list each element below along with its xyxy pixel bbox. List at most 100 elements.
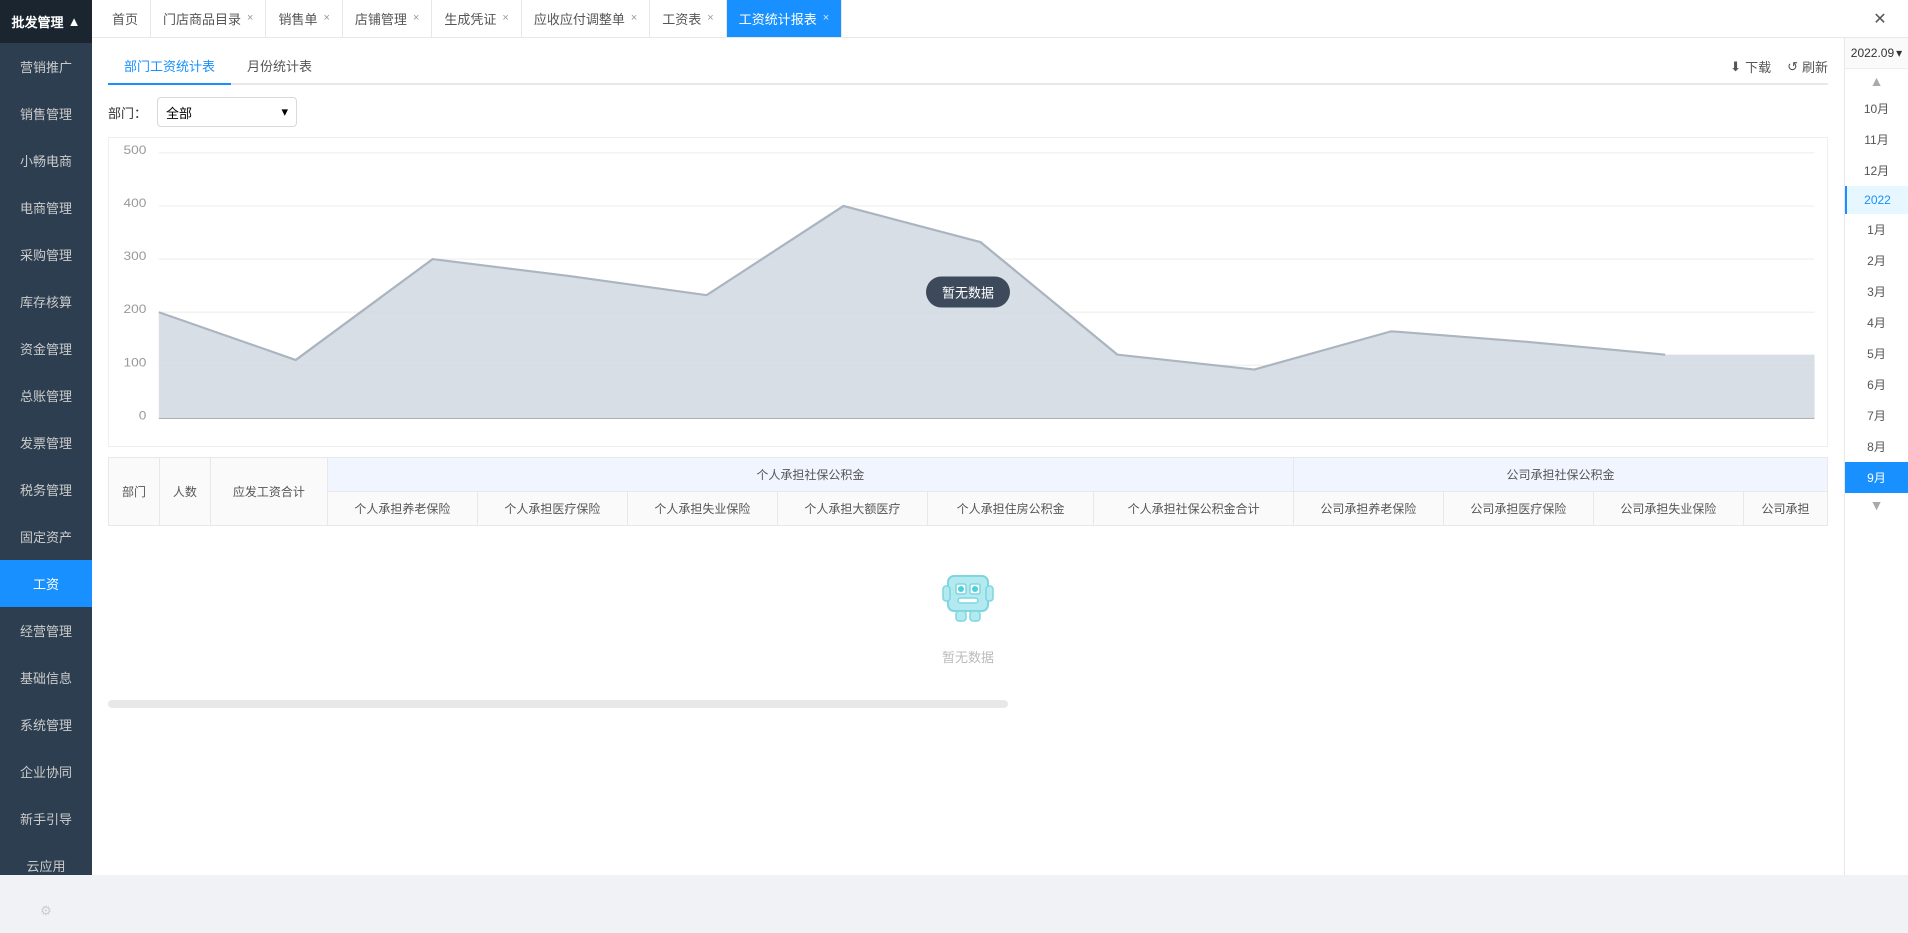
svg-text:200: 200 <box>124 302 147 316</box>
sidebar-item-inventory[interactable]: 库存核算 <box>0 278 92 325</box>
date-dropdown-icon: ▾ <box>1896 46 1902 60</box>
svg-text:400: 400 <box>124 196 147 210</box>
sidebar-item-cloud[interactable]: 云应用 <box>0 842 92 889</box>
sidebar-item-salary[interactable]: 工资 <box>0 560 92 607</box>
download-button[interactable]: ⬇ 下载 <box>1730 57 1771 76</box>
date-year-display[interactable]: 2022.09 ▾ <box>1845 38 1908 69</box>
sidebar-item-ecommerce-small[interactable]: 小畅电商 <box>0 137 92 184</box>
th-dept: 部门 <box>109 458 160 526</box>
sub-tab-monthly[interactable]: 月份统计表 <box>231 50 328 85</box>
tab-payroll[interactable]: 工资表 × <box>650 0 726 38</box>
month-item-7[interactable]: 7月 <box>1845 400 1908 431</box>
table-row-empty: 暂无数据 <box>109 526 1828 697</box>
month-item-9[interactable]: 9月 <box>1845 462 1908 493</box>
chart-no-data-badge: 暂无数据 <box>926 277 1010 308</box>
filter-row: 部门： 全部 ▾ <box>108 97 1828 127</box>
refresh-icon: ↺ <box>1787 59 1798 75</box>
empty-state: 暂无数据 <box>109 526 1828 696</box>
month-item-12[interactable]: 12月 <box>1845 155 1908 186</box>
horizontal-scrollbar[interactable] <box>108 700 1008 708</box>
refresh-button[interactable]: ↺ 刷新 <box>1787 57 1828 76</box>
month-item-8[interactable]: 8月 <box>1845 431 1908 462</box>
sidebar-item-operations[interactable]: 经营管理 <box>0 607 92 654</box>
month-item-11[interactable]: 11月 <box>1845 124 1908 155</box>
chart-area: 500 400 300 200 100 0 <box>108 137 1828 447</box>
th-personal-unemploy: 个人承担失业保险 <box>627 492 777 526</box>
month-item-4[interactable]: 4月 <box>1845 307 1908 338</box>
month-item-5[interactable]: 5月 <box>1845 338 1908 369</box>
th-total-salary: 应发工资合计 <box>210 458 327 526</box>
month-item-3[interactable]: 3月 <box>1845 276 1908 307</box>
sidebar-toggle-icon: ▲ <box>68 14 81 29</box>
tab-label: 店铺管理 <box>355 9 407 28</box>
th-personal-group: 个人承担社保公积金 <box>327 458 1293 492</box>
month-item-6[interactable]: 6月 <box>1845 369 1908 400</box>
th-personal-pension: 个人承担养老保险 <box>327 492 477 526</box>
tab-label: 工资表 <box>662 9 701 28</box>
tab-voucher[interactable]: 生成凭证 × <box>432 0 521 38</box>
tab-label: 销售单 <box>278 9 317 28</box>
tab-label: 工资统计报表 <box>739 9 817 28</box>
th-personal-total: 个人承担社保公积金合计 <box>1094 492 1294 526</box>
sidebar-item-assets[interactable]: 固定资产 <box>0 513 92 560</box>
tab-label: 生成凭证 <box>444 9 496 28</box>
tab-adjustment[interactable]: 应收应付调整单 × <box>522 0 650 38</box>
th-headcount: 人数 <box>159 458 210 526</box>
sidebar-item-guide[interactable]: 新手引导 <box>0 795 92 842</box>
sidebar-item-invoice[interactable]: 发票管理 <box>0 419 92 466</box>
dept-select[interactable]: 全部 ▾ <box>157 97 297 127</box>
empty-label: 暂无数据 <box>942 647 994 666</box>
data-table: 部门 人数 应发工资合计 个人承担社保公积金 公司承担社保公积金 个人承担养老保… <box>108 457 1828 696</box>
sidebar-item-ecommerce[interactable]: 电商管理 <box>0 184 92 231</box>
date-scroll-down-button[interactable]: ▼ <box>1845 493 1908 517</box>
th-personal-major-medical: 个人承担大额医疗 <box>777 492 927 526</box>
tab-home[interactable]: 首页 <box>100 0 151 38</box>
sidebar-item-sales[interactable]: 销售管理 <box>0 90 92 137</box>
tab-close-icon[interactable]: × <box>323 13 329 24</box>
tab-label: 门店商品目录 <box>163 9 241 28</box>
tab-close-icon[interactable]: × <box>707 13 713 24</box>
table-wrap: 部门 人数 应发工资合计 个人承担社保公积金 公司承担社保公积金 个人承担养老保… <box>108 457 1828 863</box>
tab-sales[interactable]: 销售单 × <box>266 0 342 38</box>
sidebar-item-tax[interactable]: 税务管理 <box>0 466 92 513</box>
sidebar-item-finance[interactable]: 资金管理 <box>0 325 92 372</box>
th-company-other: 公司承担 <box>1743 492 1827 526</box>
sidebar-header[interactable]: 批发管理 ▲ <box>0 0 92 43</box>
svg-text:100: 100 <box>124 355 147 369</box>
date-scroll-up-button[interactable]: ▲ <box>1845 69 1908 93</box>
tab-close-icon[interactable]: × <box>413 13 419 24</box>
month-item-10[interactable]: 10月 <box>1845 93 1908 124</box>
main-area: 首页 门店商品目录 × 销售单 × 店铺管理 × 生成凭证 × 应收应付调整单 … <box>92 0 1908 875</box>
tab-product-catalog[interactable]: 门店商品目录 × <box>151 0 266 38</box>
sidebar-item-collab[interactable]: 企业协同 <box>0 748 92 795</box>
sidebar-item-system[interactable]: 系统管理 <box>0 701 92 748</box>
year-2022-item[interactable]: 2022 <box>1845 186 1908 214</box>
svg-text:300: 300 <box>124 249 147 263</box>
tab-payroll-report[interactable]: 工资统计报表 × <box>727 0 842 38</box>
dept-filter-label: 部门： <box>108 103 147 122</box>
sidebar-item-basic-info[interactable]: 基础信息 <box>0 654 92 701</box>
empty-robot-icon <box>928 556 1008 639</box>
sidebar-item-marketing[interactable]: 营销推广 <box>0 43 92 90</box>
tab-close-icon-active[interactable]: × <box>823 13 829 24</box>
sidebar-item-ledger[interactable]: 总账管理 <box>0 372 92 419</box>
tab-close-icon[interactable]: × <box>631 13 637 24</box>
sidebar-item-purchase[interactable]: 采购管理 <box>0 231 92 278</box>
tabs-bar: 首页 门店商品目录 × 销售单 × 店铺管理 × 生成凭证 × 应收应付调整单 … <box>92 0 1908 38</box>
month-item-1[interactable]: 1月 <box>1845 214 1908 245</box>
tab-close-icon[interactable]: × <box>247 13 253 24</box>
tab-close-icon[interactable]: × <box>502 13 508 24</box>
month-item-2[interactable]: 2月 <box>1845 245 1908 276</box>
sidebar-settings[interactable]: ⚙ <box>0 889 92 933</box>
th-company-group: 公司承担社保公积金 <box>1293 458 1827 492</box>
sub-tabs: 部门工资统计表 月份统计表 ⬇ 下载 ↺ 刷新 <box>108 50 1828 85</box>
tab-store[interactable]: 店铺管理 × <box>343 0 432 38</box>
tabs-bar-actions: ✕ <box>1868 7 1900 31</box>
sub-tab-dept[interactable]: 部门工资统计表 <box>108 50 231 85</box>
toolbar-actions: ⬇ 下载 ↺ 刷新 <box>1730 57 1828 76</box>
tab-label: 应收应付调整单 <box>534 9 625 28</box>
th-personal-housing: 个人承担住房公积金 <box>927 492 1094 526</box>
chevron-down-icon: ▾ <box>281 104 288 120</box>
th-company-medical: 公司承担医疗保险 <box>1443 492 1593 526</box>
window-close-button[interactable]: ✕ <box>1868 7 1892 31</box>
